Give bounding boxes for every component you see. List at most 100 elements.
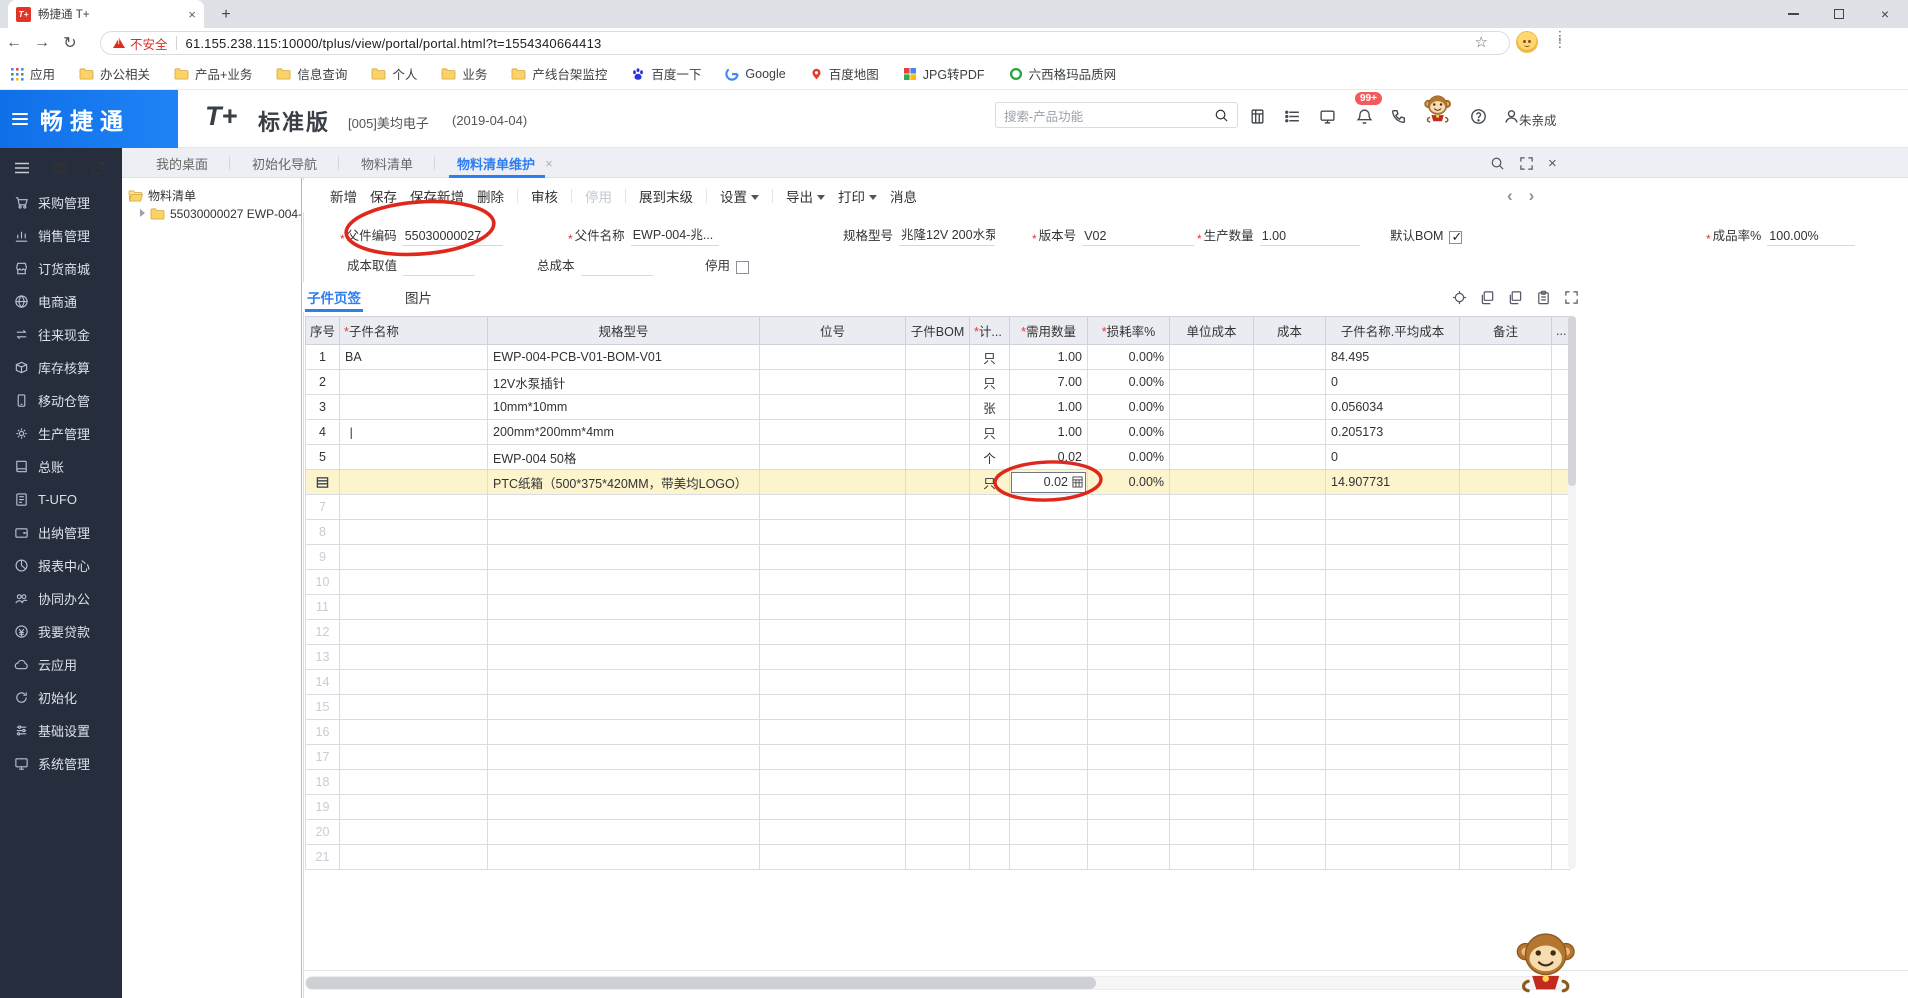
- message-center-icon[interactable]: [1319, 108, 1336, 125]
- cell-qty[interactable]: [1009, 519, 1089, 545]
- cell-no[interactable]: 19: [304, 794, 341, 820]
- toolbar-button-展到末级[interactable]: 展到末级: [639, 186, 693, 206]
- cell-qty[interactable]: [1009, 769, 1089, 795]
- cell-spec[interactable]: [487, 794, 761, 820]
- cell-unit_cost[interactable]: [1169, 744, 1255, 770]
- calculator-icon[interactable]: [1249, 108, 1266, 125]
- cell-note[interactable]: [1459, 494, 1553, 520]
- nav-collapse-icon[interactable]: [14, 161, 30, 175]
- cell-spec[interactable]: [487, 769, 761, 795]
- bookmark-item[interactable]: 产品+业务: [174, 64, 252, 83]
- url-bar[interactable]: 不安全 61.155.238.115:10000/tplus/view/port…: [100, 31, 1510, 55]
- cell-unit_cost[interactable]: [1169, 494, 1255, 520]
- cell-bom[interactable]: [905, 594, 971, 620]
- cell-cost[interactable]: [1253, 669, 1327, 695]
- cell-name[interactable]: [339, 794, 489, 820]
- cell-loss[interactable]: [1087, 694, 1171, 720]
- cell-bom[interactable]: [905, 469, 971, 495]
- sidebar-item-globe[interactable]: 电商通: [0, 285, 122, 318]
- cell-cost[interactable]: [1253, 644, 1327, 670]
- toolbar-button-保存[interactable]: 保存: [370, 186, 397, 206]
- browser-tab[interactable]: T+ 畅捷通 T+ ×: [8, 0, 204, 28]
- cell-pos[interactable]: [759, 544, 907, 570]
- subtab-图片[interactable]: 图片: [405, 282, 432, 312]
- cell-loss[interactable]: [1087, 769, 1171, 795]
- cell-spec[interactable]: 10mm*10mm: [487, 394, 761, 420]
- bookmark-item[interactable]: 六西格玛品质网: [1009, 64, 1116, 83]
- tree-bom-item[interactable]: 55030000027 EWP-004-兆: [122, 204, 301, 222]
- cell-qty[interactable]: [1009, 494, 1089, 520]
- cell-loss[interactable]: [1087, 669, 1171, 695]
- new-tab-button[interactable]: +: [214, 3, 238, 27]
- cell-cost[interactable]: [1253, 769, 1327, 795]
- cell-unit_cost[interactable]: [1169, 619, 1255, 645]
- cell-bom[interactable]: [905, 544, 971, 570]
- cell-unit[interactable]: [969, 619, 1011, 645]
- cell-note[interactable]: [1459, 619, 1553, 645]
- cell-avg_cost[interactable]: 0: [1325, 444, 1461, 470]
- cell-loss[interactable]: [1087, 744, 1171, 770]
- tab-fullscreen-icon[interactable]: [1519, 156, 1534, 171]
- sidebar-item-sliders[interactable]: 基础设置: [0, 714, 122, 747]
- cell-avg_cost[interactable]: [1325, 844, 1461, 870]
- menu-icon[interactable]: [12, 110, 28, 128]
- bookmark-item[interactable]: 个人: [371, 64, 417, 83]
- cell-unit[interactable]: [969, 519, 1011, 545]
- cell-cost[interactable]: [1253, 444, 1327, 470]
- cell-avg_cost[interactable]: [1325, 819, 1461, 845]
- cell-unit_cost[interactable]: [1169, 444, 1255, 470]
- paste-icon[interactable]: [1536, 290, 1551, 305]
- tab-close-icon[interactable]: ×: [545, 156, 553, 171]
- toolbar-button-新增[interactable]: 新增: [330, 186, 357, 206]
- cell-qty[interactable]: [1009, 719, 1089, 745]
- bookmark-item[interactable]: Google: [725, 67, 786, 81]
- cell-qty[interactable]: [1009, 694, 1089, 720]
- refresh-icon[interactable]: ↻: [56, 33, 84, 53]
- cell-spec[interactable]: EWP-004-PCB-V01-BOM-V01: [487, 344, 761, 370]
- cell-qty[interactable]: 7.00: [1009, 369, 1089, 395]
- cell-unit[interactable]: [969, 594, 1011, 620]
- workspace-tab[interactable]: 我的桌面: [134, 148, 231, 178]
- account-set-label[interactable]: [005]美均电子: [348, 113, 429, 132]
- cell-pos[interactable]: [759, 494, 907, 520]
- bookmark-item[interactable]: 百度一下: [631, 64, 701, 83]
- cell-unit_cost[interactable]: [1169, 594, 1255, 620]
- cell-unit_cost[interactable]: [1169, 519, 1255, 545]
- cell-spec[interactable]: [487, 569, 761, 595]
- cell-unit_cost[interactable]: [1169, 394, 1255, 420]
- cell-avg_cost[interactable]: [1325, 519, 1461, 545]
- cell-unit[interactable]: 只: [969, 469, 1011, 495]
- product-search-input[interactable]: 搜索-产品功能: [995, 102, 1238, 128]
- cell-avg_cost[interactable]: [1325, 669, 1461, 695]
- cell-avg_cost[interactable]: 0: [1325, 369, 1461, 395]
- cell-pos[interactable]: [759, 669, 907, 695]
- cell-unit[interactable]: [969, 694, 1011, 720]
- cell-loss[interactable]: [1087, 494, 1171, 520]
- tree-root-item[interactable]: 物料清单: [122, 186, 301, 204]
- prod-qty-input[interactable]: 1.00: [1259, 229, 1360, 246]
- mascot-assistant[interactable]: [1516, 930, 1575, 998]
- sidebar-item-money[interactable]: 我要贷款: [0, 615, 122, 648]
- cell-pos[interactable]: [759, 594, 907, 620]
- cell-name[interactable]: [339, 769, 489, 795]
- cell-unit[interactable]: 只: [969, 419, 1011, 445]
- cell-unit_cost[interactable]: [1169, 669, 1255, 695]
- cell-loss[interactable]: [1087, 569, 1171, 595]
- sidebar-item-people[interactable]: 协同办公: [0, 582, 122, 615]
- cell-no[interactable]: 18: [304, 769, 341, 795]
- cell-loss[interactable]: 0.00%: [1087, 394, 1171, 420]
- window-close-button[interactable]: ×: [1862, 0, 1908, 28]
- cell-unit[interactable]: [969, 494, 1011, 520]
- cell-qty[interactable]: 1.00: [1009, 344, 1089, 370]
- cell-bom[interactable]: [905, 344, 971, 370]
- cell-name[interactable]: [339, 619, 489, 645]
- tab-close-icon[interactable]: ×: [188, 7, 196, 22]
- cell-qty[interactable]: 1.00: [1009, 394, 1089, 420]
- cell-avg_cost[interactable]: [1325, 694, 1461, 720]
- cell-pos[interactable]: [759, 419, 907, 445]
- bookmark-item[interactable]: 业务: [441, 64, 487, 83]
- cell-name[interactable]: [339, 819, 489, 845]
- cell-unit[interactable]: [969, 769, 1011, 795]
- url-text[interactable]: 61.155.238.115:10000/tplus/view/portal/p…: [186, 36, 602, 51]
- cell-unit[interactable]: 只: [969, 344, 1011, 370]
